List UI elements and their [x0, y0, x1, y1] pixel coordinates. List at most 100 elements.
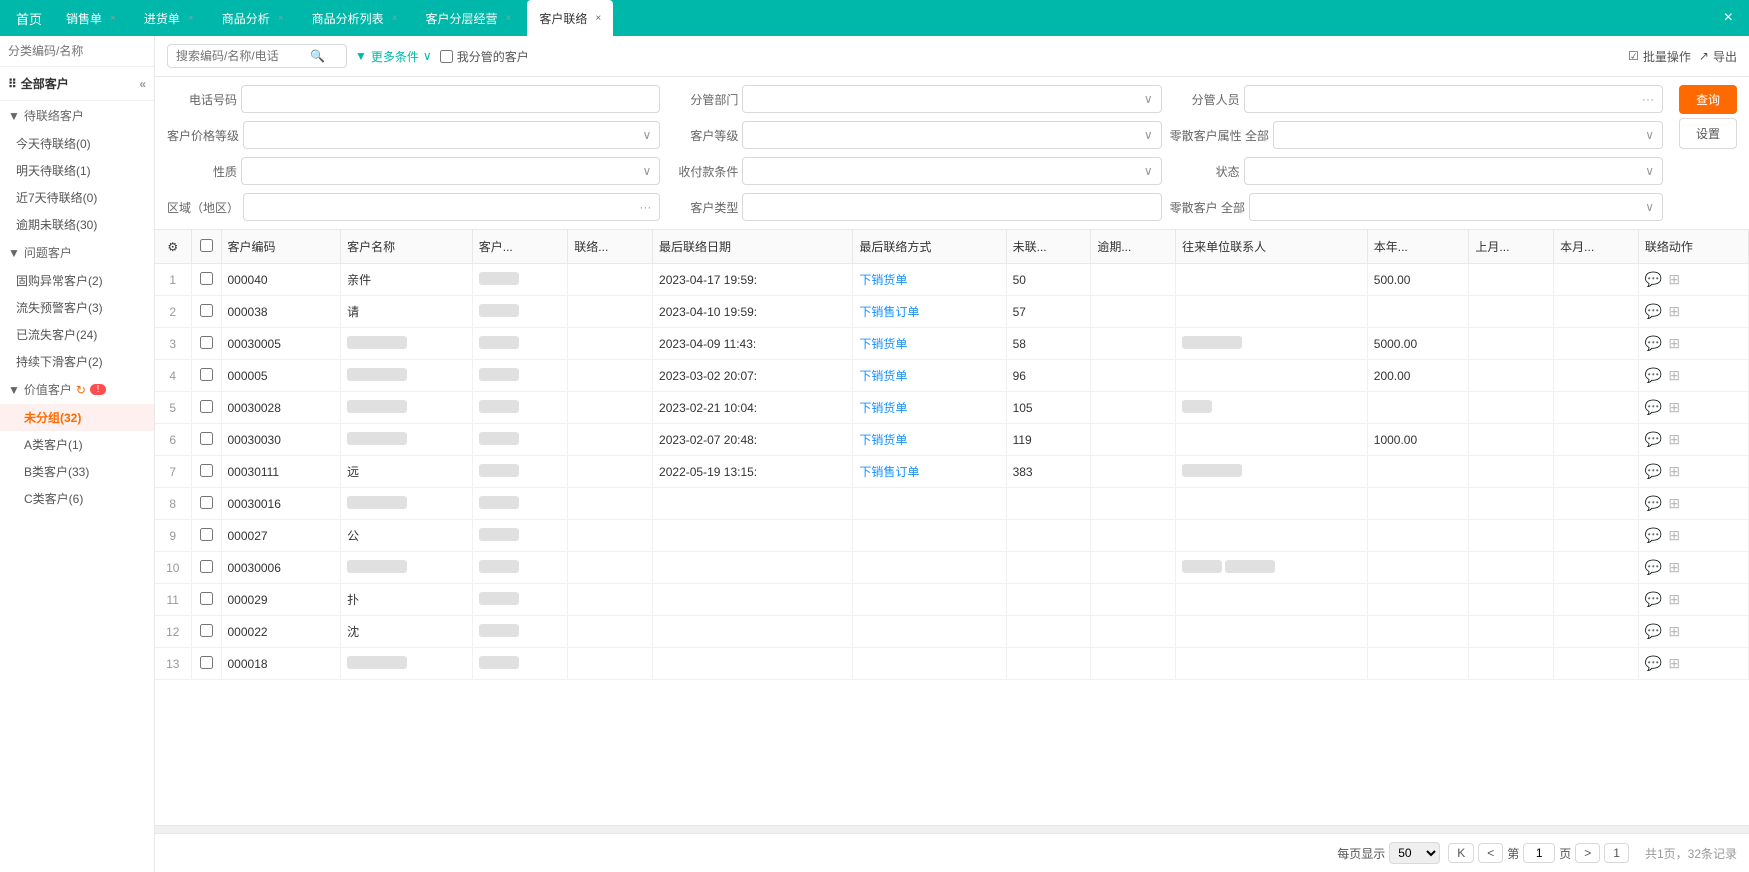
message-icon[interactable]: 💬 — [1645, 399, 1662, 416]
message-icon[interactable]: 💬 — [1645, 559, 1662, 576]
next-page-button[interactable]: > — [1575, 843, 1600, 863]
message-icon[interactable]: 💬 — [1645, 271, 1662, 288]
search-icon[interactable]: 🔍 — [310, 49, 325, 63]
query-button[interactable]: 查询 — [1679, 85, 1737, 114]
row-checkbox[interactable] — [200, 400, 213, 413]
row-checkbox[interactable] — [200, 560, 213, 573]
close-icon[interactable]: × — [505, 13, 511, 24]
sidebar-item-tomorrow-pending[interactable]: 明天待联络(1) — [0, 157, 154, 184]
collapse-icon[interactable]: « — [139, 77, 146, 91]
tab-product-analysis[interactable]: 商品分析 × — [210, 0, 296, 36]
grid-action-icon[interactable]: ⊞ — [1668, 623, 1680, 640]
message-icon[interactable]: 💬 — [1645, 463, 1662, 480]
more-conditions-button[interactable]: ▼ 更多条件 ∨ — [355, 48, 432, 65]
grid-action-icon[interactable]: ⊞ — [1668, 335, 1680, 352]
dept-select[interactable]: ∨ — [742, 85, 1161, 113]
message-icon[interactable]: 💬 — [1645, 623, 1662, 640]
row-checkbox-cell[interactable] — [191, 584, 221, 616]
contact-way-link[interactable]: 下销售订单 — [859, 465, 919, 479]
grid-action-icon[interactable]: ⊞ — [1668, 367, 1680, 384]
prev-page-button[interactable]: < — [1478, 843, 1503, 863]
grid-action-icon[interactable]: ⊞ — [1668, 431, 1680, 448]
contact-way-link[interactable]: 下销货单 — [859, 337, 907, 351]
payment-select[interactable]: ∨ — [742, 157, 1161, 185]
contact-way-link[interactable]: 下销货单 — [859, 369, 907, 383]
row-checkbox-cell[interactable] — [191, 616, 221, 648]
sidebar-item-abnormal[interactable]: 固购异常客户(2) — [0, 267, 154, 294]
contact-way-link[interactable]: 下销售订单 — [859, 305, 919, 319]
page-number-input[interactable] — [1523, 843, 1555, 863]
nature-select[interactable]: ∨ — [241, 157, 660, 185]
grid-action-icon[interactable]: ⊞ — [1668, 399, 1680, 416]
sidebar-group-value[interactable]: ▼ 价值客户 ↻ ! — [0, 375, 154, 404]
price-grade-select[interactable]: ∨ — [243, 121, 660, 149]
row-checkbox[interactable] — [200, 368, 213, 381]
sidebar-item-declining[interactable]: 持续下滑客户(2) — [0, 348, 154, 375]
close-icon[interactable]: × — [278, 13, 284, 24]
my-customers-checkbox[interactable] — [440, 50, 453, 63]
grid-action-icon[interactable]: ⊞ — [1668, 559, 1680, 576]
row-checkbox[interactable] — [200, 592, 213, 605]
row-checkbox[interactable] — [200, 528, 213, 541]
page-size-select[interactable]: 50 100 200 — [1389, 842, 1440, 864]
person-input[interactable]: ··· — [1244, 85, 1663, 113]
settings-column-header[interactable]: ⚙ — [155, 230, 191, 264]
phone-input[interactable] — [241, 85, 660, 113]
row-checkbox-cell[interactable] — [191, 648, 221, 680]
row-checkbox[interactable] — [200, 304, 213, 317]
reset-button[interactable]: 设置 — [1679, 118, 1737, 149]
row-checkbox-cell[interactable] — [191, 488, 221, 520]
window-close-button[interactable]: × — [1716, 9, 1741, 27]
row-checkbox[interactable] — [200, 624, 213, 637]
sidebar-item-class-c[interactable]: C类客户(6) — [0, 485, 154, 512]
contact-way-link[interactable]: 下销货单 — [859, 401, 907, 415]
sidebar-item-class-b[interactable]: B类客户(33) — [0, 458, 154, 485]
sidebar-all-customers[interactable]: ⠿ 全部客户 « — [0, 67, 154, 101]
close-icon[interactable]: × — [188, 13, 194, 24]
region-input[interactable]: ··· — [243, 193, 660, 221]
sidebar-item-churned[interactable]: 已流失客户(24) — [0, 321, 154, 348]
select-all-checkbox[interactable] — [200, 239, 213, 252]
close-icon[interactable]: × — [110, 13, 116, 24]
row-checkbox-cell[interactable] — [191, 456, 221, 488]
my-customers-filter[interactable]: 我分管的客户 — [440, 48, 529, 65]
refresh-icon[interactable]: ↻ — [76, 383, 86, 397]
message-icon[interactable]: 💬 — [1645, 495, 1662, 512]
checkbox-column-header[interactable] — [191, 230, 221, 264]
grid-action-icon[interactable]: ⊞ — [1668, 655, 1680, 672]
row-checkbox-cell[interactable] — [191, 360, 221, 392]
message-icon[interactable]: 💬 — [1645, 431, 1662, 448]
grid-action-icon[interactable]: ⊞ — [1668, 463, 1680, 480]
message-icon[interactable]: 💬 — [1645, 655, 1662, 672]
status-select[interactable]: ∨ — [1244, 157, 1663, 185]
customer-type-input[interactable] — [742, 193, 1161, 221]
batch-operation-button[interactable]: ☑ 批量操作 — [1628, 48, 1691, 65]
tab-sales-order[interactable]: 销售单 × — [54, 0, 128, 36]
row-checkbox[interactable] — [200, 272, 213, 285]
sidebar-item-today-pending[interactable]: 今天待联络(0) — [0, 130, 154, 157]
row-checkbox[interactable] — [200, 432, 213, 445]
home-tab[interactable]: 首页 — [8, 9, 50, 28]
row-checkbox[interactable] — [200, 336, 213, 349]
sidebar-item-ungroup[interactable]: 未分组(32) — [0, 404, 154, 431]
contact-way-link[interactable]: 下销货单 — [859, 273, 907, 287]
row-checkbox-cell[interactable] — [191, 552, 221, 584]
last-page-button[interactable]: 1 — [1604, 843, 1629, 863]
tab-customer-contact[interactable]: 客户联络 × — [527, 0, 613, 36]
message-icon[interactable]: 💬 — [1645, 367, 1662, 384]
row-checkbox-cell[interactable] — [191, 520, 221, 552]
row-checkbox-cell[interactable] — [191, 264, 221, 296]
sidebar-item-churn-warning[interactable]: 流失预警客户(3) — [0, 294, 154, 321]
close-icon[interactable]: × — [595, 13, 601, 24]
row-checkbox[interactable] — [200, 656, 213, 669]
contact-way-link[interactable]: 下销货单 — [859, 433, 907, 447]
tab-purchase-order[interactable]: 进货单 × — [132, 0, 206, 36]
close-icon[interactable]: × — [392, 13, 398, 24]
first-page-button[interactable]: K — [1448, 843, 1474, 863]
grid-action-icon[interactable]: ⊞ — [1668, 303, 1680, 320]
grid-action-icon[interactable]: ⊞ — [1668, 591, 1680, 608]
sidebar-group-problem[interactable]: ▼ 问题客户 — [0, 238, 154, 267]
row-checkbox-cell[interactable] — [191, 424, 221, 456]
row-checkbox-cell[interactable] — [191, 392, 221, 424]
retail-attr-select[interactable]: ∨ — [1273, 121, 1663, 149]
